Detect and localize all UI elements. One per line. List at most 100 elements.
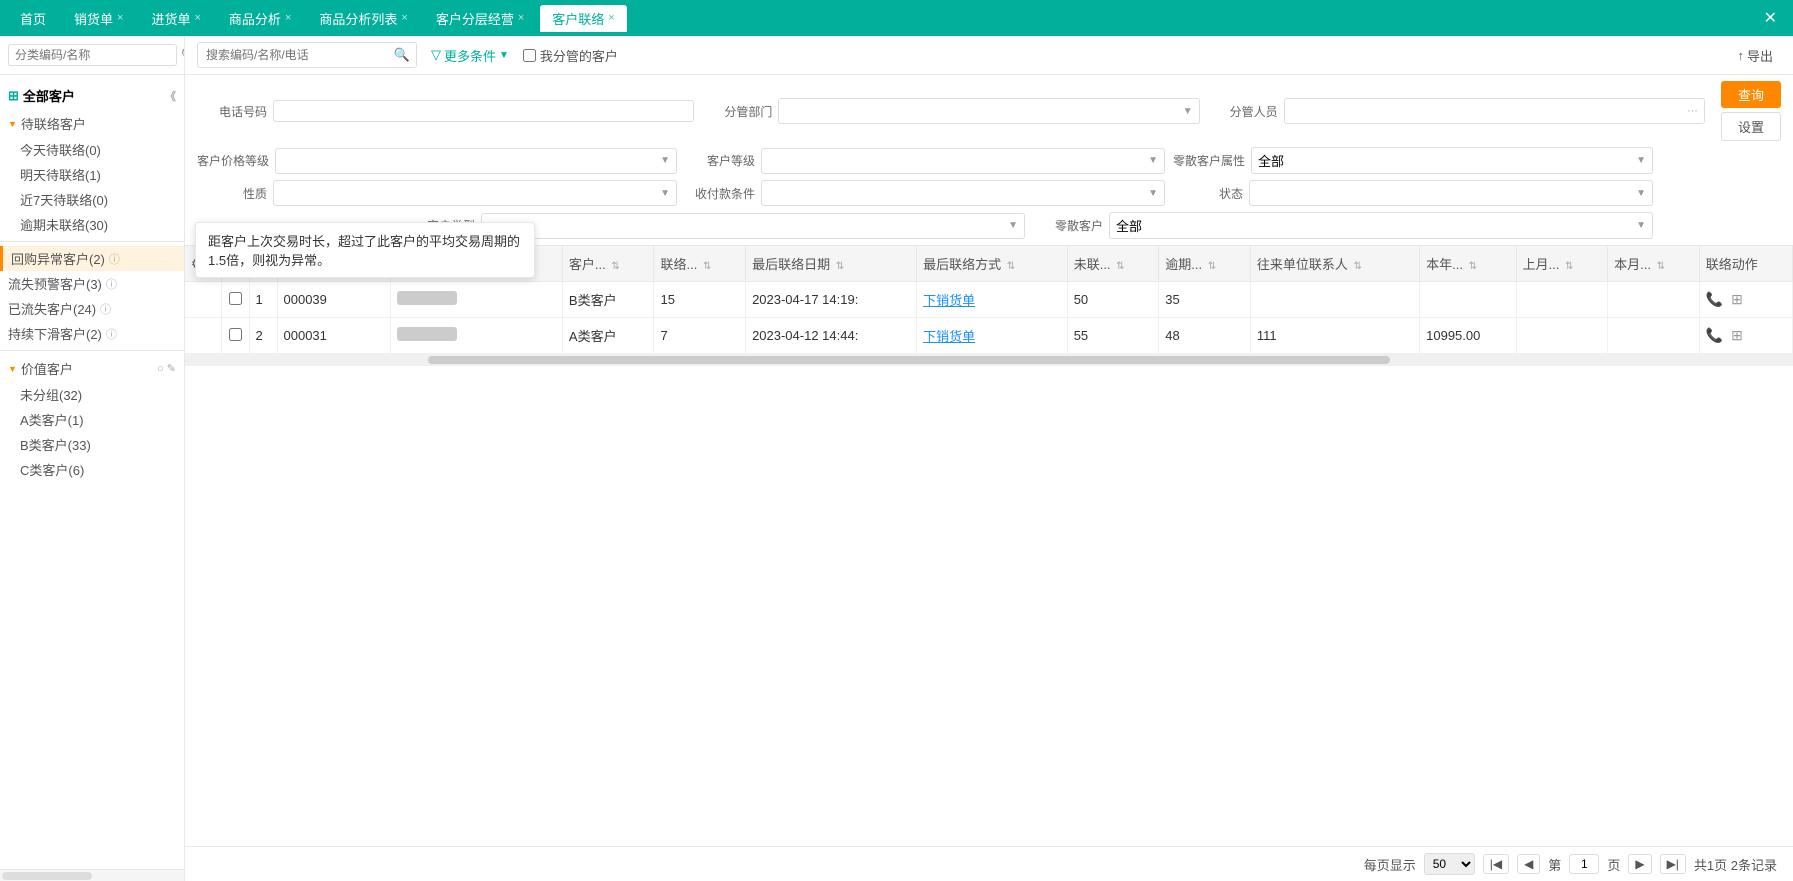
prev-page-button[interactable]: ◀ [1517, 854, 1540, 874]
customer-level-select[interactable]: ▼ [761, 148, 1165, 174]
collapse-icon[interactable]: 《 [165, 88, 176, 104]
nav-tab-customer-contact-close[interactable]: × [608, 12, 614, 24]
grid-icon: ⊞ [8, 88, 19, 104]
th-last-contact-date[interactable]: 最后联络日期 ⇅ [746, 246, 917, 282]
td-settings-2 [185, 318, 221, 354]
method-link-1[interactable]: 下销货单 [923, 293, 975, 308]
method-link-2[interactable]: 下销货单 [923, 329, 975, 344]
sidebar-all-customers[interactable]: ⊞ 全部客户 《 [0, 81, 184, 110]
nav-tab-sales-close[interactable]: × [117, 12, 123, 24]
nav-tab-analysis[interactable]: 商品分析 × [217, 5, 303, 32]
sidebar-item-lost-warn[interactable]: 流失预警客户(3) ⓘ [0, 271, 184, 296]
td-type-1: B类客户 [562, 282, 654, 318]
nav-tab-customer-tier-close[interactable]: × [518, 12, 524, 24]
sidebar-search-input[interactable] [8, 44, 177, 66]
nav-tab-analysis-list[interactable]: 商品分析列表 × [307, 5, 419, 32]
next-page-button[interactable]: ▶ [1628, 854, 1651, 874]
retail-customer-select[interactable]: 全部 ▼ [1109, 212, 1653, 239]
action-icon-phone-2[interactable]: 📞 [1706, 327, 1723, 344]
nav-tab-sales[interactable]: 销货单 × [62, 5, 135, 32]
nav-tab-sales-label: 销货单 [74, 9, 113, 28]
my-customers-checkbox[interactable] [523, 49, 536, 62]
td-name-1 [390, 282, 562, 318]
th-this-year[interactable]: 本年... ⇅ [1420, 246, 1516, 282]
th-action: 联络动作 [1699, 246, 1792, 282]
sidebar-item-overdue-contact[interactable]: 逾期未联络(30) [0, 212, 184, 237]
sidebar-item-tomorrow-pending[interactable]: 明天待联络(1) [0, 162, 184, 187]
info-icon-2: ⓘ [106, 276, 117, 292]
nav-tab-purchase[interactable]: 进货单 × [139, 5, 212, 32]
row1-checkbox[interactable] [229, 292, 242, 305]
row2-checkbox[interactable] [229, 328, 242, 341]
th-contact[interactable]: 联络... ⇅ [654, 246, 746, 282]
nav-tab-analysis-close[interactable]: × [285, 12, 291, 24]
action-icon-grid-2[interactable]: ⊞ [1731, 327, 1743, 344]
payment-select[interactable]: ▼ [761, 180, 1165, 206]
th-unit-contact[interactable]: 往来单位联系人 ⇅ [1250, 246, 1419, 282]
td-lastmonth-1 [1516, 282, 1608, 318]
more-conditions-button[interactable]: ▽ 更多条件 ▼ [425, 43, 515, 68]
th-last-contact-method[interactable]: 最后联络方式 ⇅ [917, 246, 1068, 282]
all-customers-label: 全部客户 [23, 86, 75, 105]
sidebar-item-a-class[interactable]: A类客户(1) [0, 407, 184, 432]
sidebar-item-7days-pending[interactable]: 近7天待联络(0) [0, 187, 184, 212]
status-select[interactable]: ▼ [1249, 180, 1653, 206]
nav-tab-analysis-list-label: 商品分析列表 [319, 9, 397, 28]
per-page-select[interactable]: 50 20 100 [1424, 853, 1475, 875]
th-customer-type[interactable]: 客户... ⇅ [562, 246, 654, 282]
price-level-select[interactable]: ▼ [275, 148, 677, 174]
action-icon-grid-1[interactable]: ⊞ [1731, 291, 1743, 308]
last-page-button[interactable]: ▶| [1660, 854, 1686, 874]
phone-input[interactable] [273, 100, 694, 122]
td-code-2: 000031 [277, 318, 390, 354]
sidebar-item-declining[interactable]: 持续下滑客户(2) ⓘ [0, 321, 184, 346]
filter-person-field: 分管人员 ··· [1208, 98, 1705, 124]
sidebar-item-unclassified[interactable]: 未分组(32) [0, 382, 184, 407]
payment-chevron-icon: ▼ [1148, 188, 1158, 199]
td-num-2: 2 [249, 318, 277, 354]
retail-attr-chevron-icon: ▼ [1636, 155, 1646, 166]
th-last-month[interactable]: 上月... ⇅ [1516, 246, 1608, 282]
sidebar-item-b-class[interactable]: B类客户(33) [0, 432, 184, 457]
gender-select[interactable]: ▼ [273, 180, 677, 206]
person-select[interactable]: ··· [1284, 98, 1705, 124]
nav-tab-customer-contact[interactable]: 客户联络 × [540, 5, 626, 32]
action-icon-phone-1[interactable]: 📞 [1706, 291, 1723, 308]
search-button[interactable]: 🔍 [388, 43, 416, 67]
nav-tab-home[interactable]: 首页 [8, 5, 58, 32]
query-button[interactable]: 查询 [1721, 81, 1781, 108]
status-chevron-icon: ▼ [1636, 188, 1646, 199]
dept-select[interactable]: ▼ [778, 98, 1199, 124]
export-button[interactable]: ↑ 导出 [1729, 43, 1781, 68]
nav-tab-analysis-list-close[interactable]: × [401, 12, 407, 24]
person-more-icon: ··· [1687, 105, 1698, 117]
edit-icon[interactable]: ○ ✎ [157, 362, 176, 375]
th-overdue[interactable]: 逾期... ⇅ [1159, 246, 1251, 282]
page-number-input[interactable] [1569, 854, 1599, 874]
table-container: ⚙ 客户编码 ⇅ 客户名称 ⇅ [185, 246, 1793, 846]
nav-tab-purchase-close[interactable]: × [194, 12, 200, 24]
retail-attr-select[interactable]: 全部 ▼ [1251, 147, 1653, 174]
valuable-customers-section[interactable]: ▼ 价值客户 ○ ✎ [0, 355, 184, 382]
sidebar-item-repurchase-abnormal[interactable]: 回购异常客户(2) ⓘ [0, 246, 184, 271]
info-icon: ⓘ [109, 251, 120, 267]
sidebar-item-c-class[interactable]: C类客户(6) [0, 457, 184, 482]
sort-thismonth-icon: ⇅ [1657, 261, 1665, 272]
customer-type-select[interactable]: ▼ [481, 213, 1025, 239]
price-level-chevron-icon: ▼ [660, 155, 670, 166]
th-no-contact[interactable]: 未联... ⇅ [1067, 246, 1159, 282]
th-this-month[interactable]: 本月... ⇅ [1608, 246, 1700, 282]
my-customers-checkbox-label[interactable]: 我分管的客户 [523, 46, 618, 65]
filter-dept-field: 分管部门 ▼ [702, 98, 1199, 124]
pending-contact-section[interactable]: ▼ 待联络客户 [0, 110, 184, 137]
close-all-button[interactable]: ✕ [1756, 8, 1785, 28]
horizontal-scrollbar[interactable] [185, 354, 1793, 366]
sidebar-item-today-pending[interactable]: 今天待联络(0) [0, 137, 184, 162]
td-thismonth-2 [1608, 318, 1700, 354]
search-input[interactable] [198, 44, 388, 66]
sidebar-horizontal-scroll[interactable] [0, 869, 184, 881]
settings-button[interactable]: 设置 [1721, 112, 1781, 141]
nav-tab-customer-tier[interactable]: 客户分层经营 × [424, 5, 536, 32]
sidebar-item-lost-customers[interactable]: 已流失客户(24) ⓘ [0, 296, 184, 321]
first-page-button[interactable]: |◀ [1483, 854, 1509, 874]
